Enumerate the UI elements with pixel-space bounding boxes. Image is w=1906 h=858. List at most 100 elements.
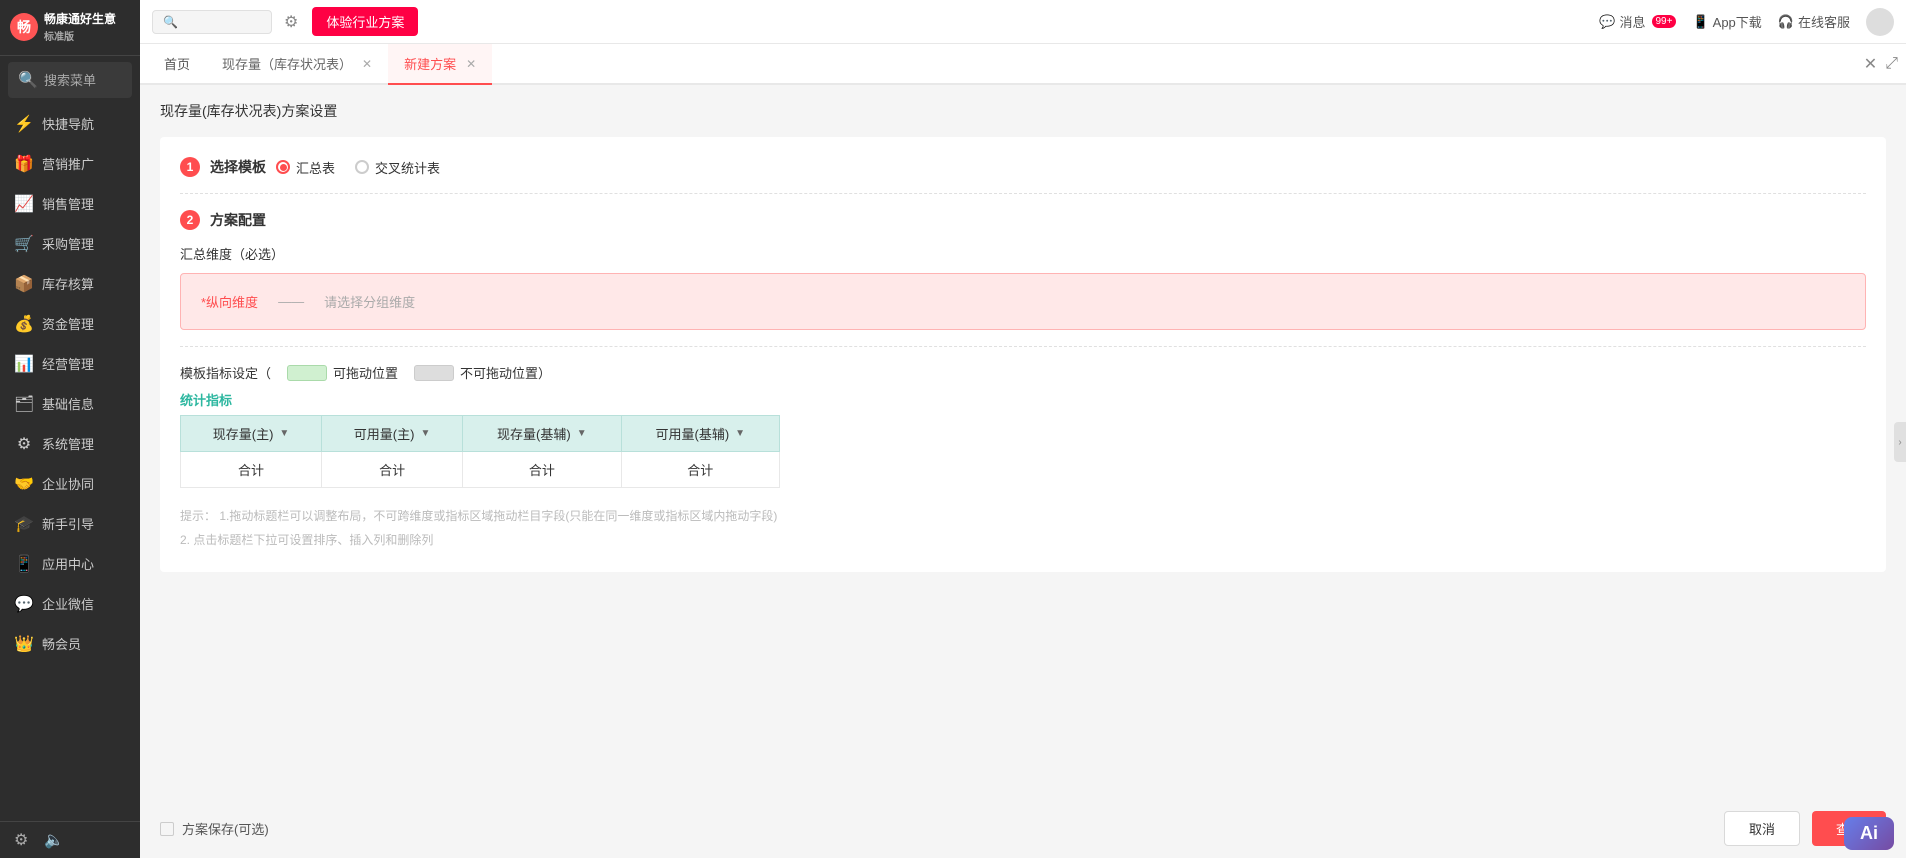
message-btn[interactable]: 💬 消息 99+ [1599, 12, 1676, 31]
app-edition: 标准版 [44, 28, 116, 43]
tab-inventory[interactable]: 现存量（库存状况表） ✕ [206, 44, 388, 85]
expand-btn[interactable]: ⤢ [1885, 55, 1898, 73]
td-available-aux: 合计 [621, 452, 779, 488]
step1-num: 1 [180, 157, 200, 177]
dimension-area[interactable]: *纵向维度 —— 请选择分组维度 [180, 273, 1866, 330]
drag-box [287, 365, 327, 381]
app-logo: 畅 畅康通好生意 标准版 [0, 0, 140, 56]
window-controls: ✕ ⤢ [1864, 54, 1898, 74]
close-btn[interactable]: ✕ [1864, 54, 1877, 74]
td-current-aux: 合计 [463, 452, 621, 488]
sidebar-item-label: 应用中心 [42, 554, 94, 573]
tab-new-label: 新建方案 [404, 54, 456, 73]
draggable-indicator: 可拖动位置 [287, 363, 398, 382]
side-expand-btn[interactable]: › [1894, 422, 1906, 462]
radio-summary-circle [276, 160, 290, 174]
sidebar-item-shortcut[interactable]: ⚡ 快捷导航 [0, 104, 140, 144]
sidebar-item-finance[interactable]: 💰 资金管理 [0, 304, 140, 344]
step2-num: 2 [180, 210, 200, 230]
indicator-settings: 模板指标设定（ 可拖动位置 不可拖动位置） [180, 363, 1866, 382]
checkbox-icon [160, 822, 174, 836]
sidebar-nav: 🔍 搜索菜单 ⚡ 快捷导航 🎁 营销推广 📈 销售管理 🛒 采购管理 📦 库存核… [0, 56, 140, 821]
tab-new-close[interactable]: ✕ [466, 57, 476, 71]
sidebar-item-purchase[interactable]: 🛒 采购管理 [0, 224, 140, 264]
chat-icon: 💬 [14, 594, 34, 614]
sidebar-item-label: 销售管理 [42, 194, 94, 213]
cart-icon: 🛒 [14, 234, 34, 254]
sidebar-item-operation[interactable]: 📊 经营管理 [0, 344, 140, 384]
stats-table: 现存量(主) ▼ 可用量(主) ▼ [180, 415, 780, 488]
sidebar-item-newbie[interactable]: 🎓 新手引导 [0, 504, 140, 544]
sidebar-item-system[interactable]: ⚙ 系统管理 [0, 424, 140, 464]
sidebar-search-label: 搜索菜单 [44, 70, 96, 89]
tab-inventory-label: 现存量（库存状况表） [222, 54, 352, 73]
nodrag-label: 不可拖动位置） [460, 363, 551, 382]
sidebar-item-label: 库存核算 [42, 274, 94, 293]
step2-title: 方案配置 [210, 210, 266, 230]
sidebar-item-member[interactable]: 👑 畅会员 [0, 624, 140, 664]
step2-header: 2 方案配置 [180, 210, 1866, 230]
sidebar-item-wechat[interactable]: 💬 企业微信 [0, 584, 140, 624]
chevron-down-icon: ▼ [420, 428, 430, 439]
sidebar-item-marketing[interactable]: 🎁 营销推广 [0, 144, 140, 184]
divider1 [180, 193, 1866, 194]
shortcut-icon: ⚡ [14, 114, 34, 134]
mobile-icon: 📱 [14, 554, 34, 574]
radio-summary-label: 汇总表 [296, 158, 335, 177]
volume-icon[interactable]: 🔈 [44, 830, 64, 850]
tab-home[interactable]: 首页 [148, 44, 206, 85]
app-name: 畅康通好生意 [44, 12, 116, 28]
sidebar: 畅 畅康通好生意 标准版 🔍 搜索菜单 ⚡ 快捷导航 🎁 营销推广 📈 销售管理… [0, 0, 140, 858]
radio-summary[interactable]: 汇总表 [276, 158, 335, 177]
avatar[interactable] [1866, 8, 1894, 36]
money-icon: 💰 [14, 314, 34, 334]
save-checkbox[interactable]: 方案保存(可选) [160, 819, 269, 838]
gear-icon[interactable]: ⚙ [284, 12, 298, 32]
chevron-down-icon: ▼ [735, 428, 745, 439]
sidebar-item-inventory[interactable]: 📦 库存核算 [0, 264, 140, 304]
sidebar-search[interactable]: 🔍 搜索菜单 [8, 62, 132, 98]
draggable-label: 可拖动位置 [333, 363, 398, 382]
app-download-label: App下载 [1713, 12, 1762, 31]
radio-cross[interactable]: 交叉统计表 [355, 158, 440, 177]
radio-cross-circle [355, 160, 369, 174]
th-current-aux[interactable]: 现存量(基辅) ▼ [463, 416, 621, 452]
app-download-btn[interactable]: 📱 App下载 [1692, 12, 1761, 31]
tab-new[interactable]: 新建方案 ✕ [388, 44, 492, 85]
headset-icon: 🎧 [1778, 14, 1794, 30]
trial-btn[interactable]: 体验行业方案 [312, 7, 418, 36]
search-icon: 🔍 [163, 15, 178, 29]
sidebar-item-label: 资金管理 [42, 314, 94, 333]
nodrag-box [414, 365, 454, 381]
ai-badge[interactable]: Ai [1844, 817, 1894, 850]
online-service-btn[interactable]: 🎧 在线客服 [1778, 12, 1850, 31]
th-available-main[interactable]: 可用量(主) ▼ [322, 416, 463, 452]
settings-icon[interactable]: ⚙ [14, 830, 28, 850]
topbar: 🔍 ⚙ 体验行业方案 💬 消息 99+ 📱 App下载 🎧 在线客服 [140, 0, 1906, 44]
th-available-aux[interactable]: 可用量(基辅) ▼ [621, 416, 779, 452]
chart-icon: 📈 [14, 194, 34, 214]
sidebar-item-basic[interactable]: 🗂 基础信息 [0, 384, 140, 424]
table-row: 合计 合计 合计 合计 [181, 452, 780, 488]
bar-chart-icon: 📊 [14, 354, 34, 374]
tips-title: 提示： 1.拖动标题栏可以调整布局，不可跨维度或指标区域拖动栏目字段(只能在同一… [180, 504, 1866, 528]
dimension-title: 汇总维度（必选） [180, 244, 1866, 263]
sidebar-item-appstore[interactable]: 📱 应用中心 [0, 544, 140, 584]
cancel-button[interactable]: 取消 [1724, 811, 1800, 846]
sidebar-item-label: 基础信息 [42, 394, 94, 413]
online-service-label: 在线客服 [1798, 12, 1850, 31]
chevron-down-icon: ▼ [577, 428, 587, 439]
sidebar-item-label: 营销推广 [42, 154, 94, 173]
tab-inventory-close[interactable]: ✕ [362, 57, 372, 71]
chevron-down-icon: ▼ [279, 428, 289, 439]
sidebar-item-sales[interactable]: 📈 销售管理 [0, 184, 140, 224]
topbar-search[interactable]: 🔍 [152, 10, 272, 34]
th-current-main[interactable]: 现存量(主) ▼ [181, 416, 322, 452]
box-icon: 📦 [14, 274, 34, 294]
template-radio-group: 汇总表 交叉统计表 [276, 158, 440, 177]
td-current-main: 合计 [181, 452, 322, 488]
bottom-footer: 方案保存(可选) 取消 查询 [140, 799, 1906, 858]
logo-icon: 畅 [10, 13, 38, 41]
sidebar-item-company[interactable]: 🤝 企业协同 [0, 464, 140, 504]
crown-icon: 👑 [14, 634, 34, 654]
